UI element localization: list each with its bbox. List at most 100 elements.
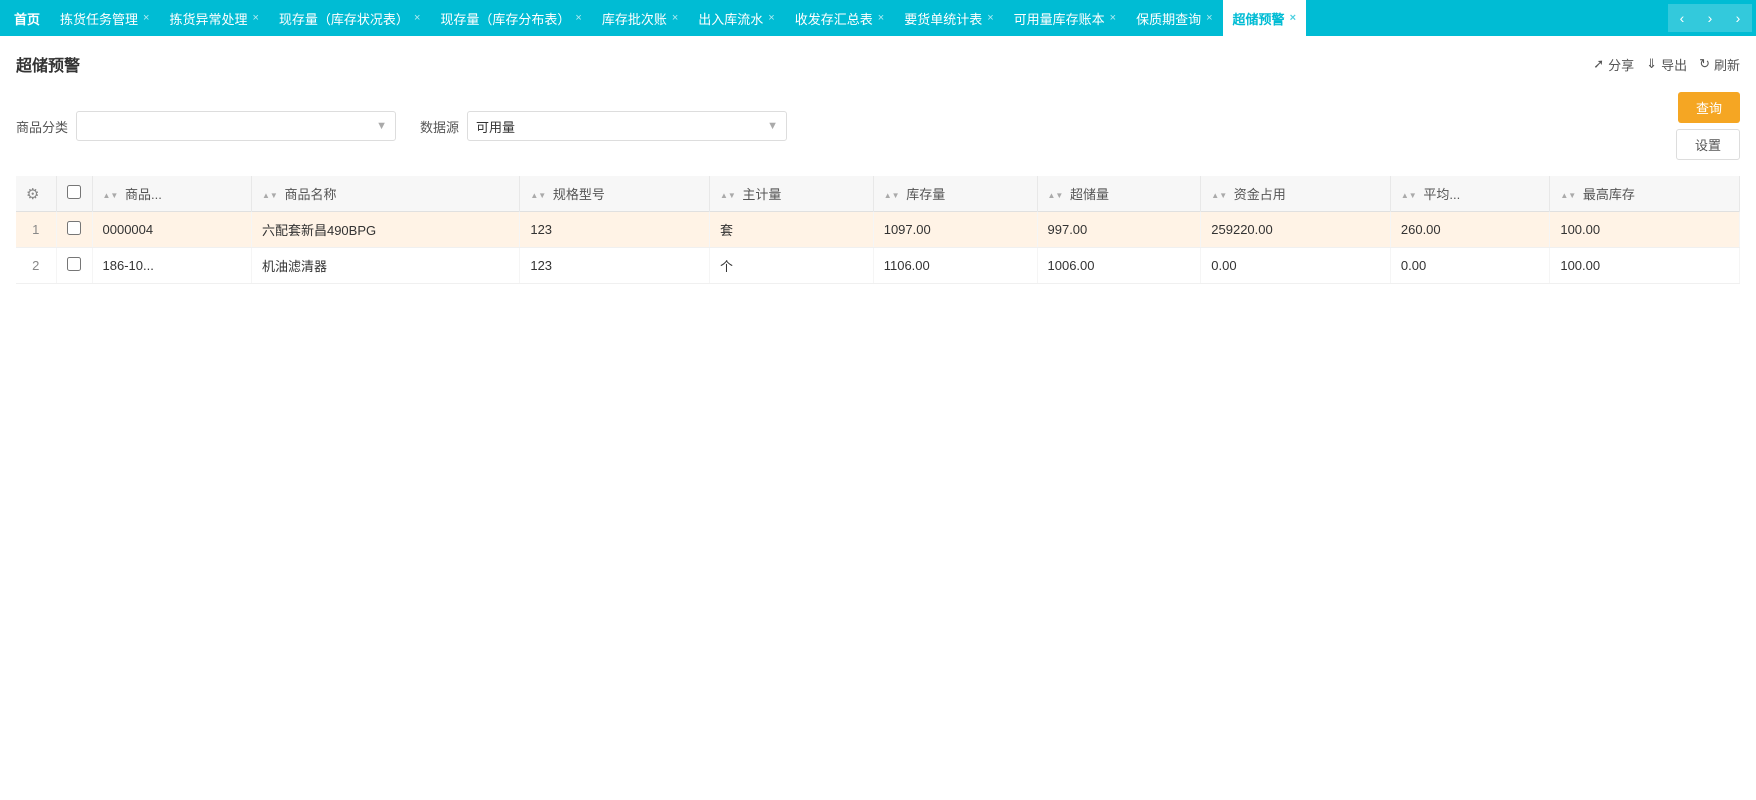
nav-tab-close-5[interactable]: × xyxy=(768,12,774,24)
table-header-settings: ⚙ xyxy=(16,176,56,212)
nav-tab-label-8: 可用量库存账本 xyxy=(1014,9,1105,28)
settings-gear-icon[interactable]: ⚙ xyxy=(26,186,39,203)
table-row: 2 186-10... 机油滤清器 123 个 1106.00 1006.00 … xyxy=(16,248,1740,284)
top-navigation: 首页 拣货任务管理 × 拣货异常处理 × 现存量（库存状况表） × 现存量（库存… xyxy=(0,0,1756,36)
export-label: 导出 xyxy=(1661,55,1687,74)
export-icon: ⇓ xyxy=(1646,56,1657,72)
row-checkbox-1 xyxy=(56,212,92,248)
product-category-label: 商品分类 xyxy=(16,117,68,136)
nav-tab-5[interactable]: 出入库流水 × xyxy=(688,0,784,36)
select-all-checkbox[interactable] xyxy=(67,185,81,199)
nav-tab-close-7[interactable]: × xyxy=(987,12,993,24)
table-header-max-stock[interactable]: ▲▼ 最高库存 xyxy=(1550,176,1740,212)
sort-icon-product-name: ▲▼ xyxy=(262,192,278,200)
cell-stock-qty-2: 1106.00 xyxy=(873,248,1037,284)
cell-spec-1: 123 xyxy=(520,212,710,248)
sort-icon-stock-qty: ▲▼ xyxy=(884,192,900,200)
cell-unit-1: 套 xyxy=(709,212,873,248)
nav-tab-label-5: 出入库流水 xyxy=(698,9,763,28)
data-source-select[interactable]: 可用量 ▼ xyxy=(467,111,787,141)
settings-button[interactable]: 设置 xyxy=(1676,129,1740,160)
cell-overstock-qty-1: 997.00 xyxy=(1037,212,1201,248)
nav-tab-4[interactable]: 库存批次账 × xyxy=(592,0,688,36)
col-label-capital: 资金占用 xyxy=(1234,187,1286,202)
nav-more-button[interactable]: › xyxy=(1724,4,1752,32)
nav-tab-close-10[interactable]: × xyxy=(1290,12,1296,24)
nav-next-button[interactable]: › xyxy=(1696,4,1724,32)
share-label: 分享 xyxy=(1608,55,1634,74)
col-label-overstock-qty: 超储量 xyxy=(1070,187,1109,202)
cell-max-stock-2: 100.00 xyxy=(1550,248,1740,284)
row-select-checkbox-1[interactable] xyxy=(67,221,81,235)
nav-tab-0[interactable]: 拣货任务管理 × xyxy=(50,0,159,36)
nav-tab-close-8[interactable]: × xyxy=(1110,12,1116,24)
nav-tab-close-9[interactable]: × xyxy=(1206,12,1212,24)
col-label-max-stock: 最高库存 xyxy=(1583,187,1635,202)
sort-icon-max-stock: ▲▼ xyxy=(1560,192,1576,200)
query-button[interactable]: 查询 xyxy=(1678,92,1740,123)
nav-tab-2[interactable]: 现存量（库存状况表） × xyxy=(269,0,430,36)
cell-overstock-qty-2: 1006.00 xyxy=(1037,248,1201,284)
refresh-label: 刷新 xyxy=(1714,55,1740,74)
nav-tab-1[interactable]: 拣货异常处理 × xyxy=(159,0,268,36)
home-label: 首页 xyxy=(14,9,40,28)
table-header-overstock-qty[interactable]: ▲▼ 超储量 xyxy=(1037,176,1201,212)
nav-tab-close-6[interactable]: × xyxy=(878,12,884,24)
main-content: 超储预警 ➚ 分享 ⇓ 导出 ↻ 刷新 商品分类 ▼ xyxy=(0,36,1756,800)
cell-product-name-2: 机油滤清器 xyxy=(251,248,519,284)
nav-tab-label-3: 现存量（库存分布表） xyxy=(440,9,570,28)
cell-avg-1: 260.00 xyxy=(1390,212,1549,248)
sort-icon-spec: ▲▼ xyxy=(530,192,546,200)
row-index-1: 1 xyxy=(16,212,56,248)
table-header-spec[interactable]: ▲▼ 规格型号 xyxy=(520,176,710,212)
nav-home[interactable]: 首页 xyxy=(4,0,50,36)
nav-tab-3[interactable]: 现存量（库存分布表） × xyxy=(430,0,591,36)
nav-tab-close-0[interactable]: × xyxy=(143,12,149,24)
nav-prev-button[interactable]: ‹ xyxy=(1668,4,1696,32)
cell-stock-qty-1: 1097.00 xyxy=(873,212,1037,248)
nav-tab-label-1: 拣货异常处理 xyxy=(169,9,247,28)
col-label-stock-qty: 库存量 xyxy=(906,187,945,202)
cell-product-code-2: 186-10... xyxy=(92,248,251,284)
nav-tab-10[interactable]: 超储预警 × xyxy=(1223,0,1306,36)
row-checkbox-2 xyxy=(56,248,92,284)
nav-tab-9[interactable]: 保质期查询 × xyxy=(1126,0,1222,36)
cell-product-code-1: 0000004 xyxy=(92,212,251,248)
nav-tab-label-2: 现存量（库存状况表） xyxy=(279,9,409,28)
table-header-checkbox xyxy=(56,176,92,212)
product-category-arrow-icon: ▼ xyxy=(376,120,387,132)
table-header-capital[interactable]: ▲▼ 资金占用 xyxy=(1201,176,1391,212)
sort-icon-avg: ▲▼ xyxy=(1401,192,1417,200)
nav-tab-label-9: 保质期查询 xyxy=(1136,9,1201,28)
table-header-product-code[interactable]: ▲▼ 商品... xyxy=(92,176,251,212)
data-source-filter: 数据源 可用量 ▼ xyxy=(420,111,787,141)
nav-tab-close-3[interactable]: × xyxy=(575,12,581,24)
export-button[interactable]: ⇓ 导出 xyxy=(1646,55,1687,74)
col-label-product-name: 商品名称 xyxy=(284,187,336,202)
nav-tab-8[interactable]: 可用量库存账本 × xyxy=(1004,0,1126,36)
nav-tab-close-1[interactable]: × xyxy=(252,12,258,24)
col-label-spec: 规格型号 xyxy=(553,187,605,202)
nav-tab-7[interactable]: 要货单统计表 × xyxy=(894,0,1003,36)
table-header-avg[interactable]: ▲▼ 平均... xyxy=(1390,176,1549,212)
row-select-checkbox-2[interactable] xyxy=(67,257,81,271)
refresh-button[interactable]: ↻ 刷新 xyxy=(1699,55,1740,74)
cell-capital-2: 0.00 xyxy=(1201,248,1391,284)
nav-tab-6[interactable]: 收发存汇总表 × xyxy=(785,0,894,36)
share-icon: ➚ xyxy=(1593,56,1604,72)
share-button[interactable]: ➚ 分享 xyxy=(1593,55,1634,74)
table-header-stock-qty[interactable]: ▲▼ 库存量 xyxy=(873,176,1037,212)
nav-tab-close-4[interactable]: × xyxy=(672,12,678,24)
page-header: 超储预警 ➚ 分享 ⇓ 导出 ↻ 刷新 xyxy=(16,52,1740,76)
filter-row: 商品分类 ▼ 数据源 可用量 ▼ 查询 设置 xyxy=(16,92,1740,160)
data-source-arrow-icon: ▼ xyxy=(767,120,778,132)
table-header-unit[interactable]: ▲▼ 主计量 xyxy=(709,176,873,212)
nav-tab-close-2[interactable]: × xyxy=(414,12,420,24)
product-category-filter: 商品分类 ▼ xyxy=(16,111,396,141)
cell-spec-2: 123 xyxy=(520,248,710,284)
product-category-select[interactable]: ▼ xyxy=(76,111,396,141)
table-header-product-name[interactable]: ▲▼ 商品名称 xyxy=(251,176,519,212)
refresh-icon: ↻ xyxy=(1699,56,1710,72)
table-header-row: ⚙ ▲▼ 商品... ▲▼ 商品名称 ▲▼ 规格型号 ▲▼ xyxy=(16,176,1740,212)
sort-icon-product-code: ▲▼ xyxy=(103,192,119,200)
